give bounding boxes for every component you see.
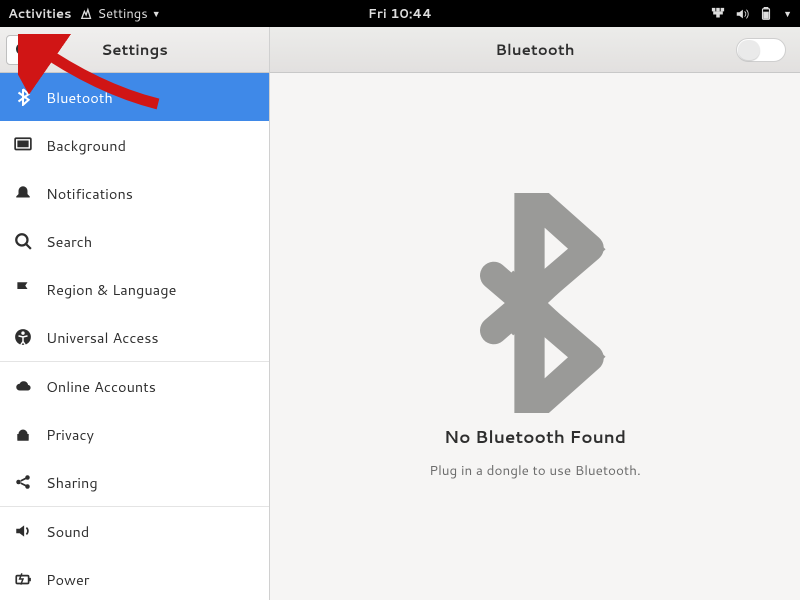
sidebar-item-sharing[interactable]: Sharing — [0, 458, 269, 506]
content-title: Bluetooth — [495, 39, 574, 60]
sidebar-item-online-accounts[interactable]: Online Accounts — [0, 362, 269, 410]
content-pane: Bluetooth No Bluetooth Found Plug in a d… — [270, 27, 800, 600]
sidebar-item-sound[interactable]: Sound — [0, 507, 269, 555]
sidebar-item-label: Online Accounts — [46, 376, 156, 397]
sidebar-item-background[interactable]: Background — [0, 121, 269, 169]
sidebar-item-label: Region & Language — [46, 279, 176, 300]
sidebar-item-region-language[interactable]: Region & Language — [0, 265, 269, 313]
chevron-down-icon: ▼ — [152, 7, 161, 20]
sidebar-item-privacy[interactable]: Privacy — [0, 410, 269, 458]
share-icon — [14, 473, 32, 491]
app-menu[interactable]: Settings ▼ — [80, 5, 161, 23]
chevron-down-icon: ▼ — [783, 7, 792, 20]
sidebar-item-label: Power — [46, 569, 89, 590]
network-icon — [711, 7, 725, 21]
sidebar-item-label: Notifications — [46, 183, 133, 204]
sidebar-item-label: Bluetooth — [46, 87, 113, 108]
power-icon — [14, 570, 32, 588]
sidebar-item-search[interactable]: Search — [0, 217, 269, 265]
battery-icon — [759, 7, 773, 21]
volume-icon — [735, 7, 749, 21]
sidebar-item-label: Sharing — [46, 472, 98, 493]
sidebar-item-universal-access[interactable]: Universal Access — [0, 313, 269, 361]
sidebar-item-power[interactable]: Power — [0, 555, 269, 600]
search-button[interactable] — [6, 35, 40, 65]
settings-window: Settings Bluetooth Background Notification… — [0, 27, 800, 600]
display-icon — [14, 136, 32, 154]
sidebar-item-label: Sound — [46, 521, 89, 542]
bluetooth-toggle[interactable] — [736, 38, 786, 62]
empty-state-title: No Bluetooth Found — [444, 425, 626, 449]
sidebar-item-label: Privacy — [46, 424, 94, 445]
sidebar-header: Settings — [0, 27, 269, 73]
sidebar-item-notifications[interactable]: Notifications — [0, 169, 269, 217]
clock[interactable]: Fri 10:44 — [368, 5, 432, 23]
cloud-icon — [14, 377, 32, 395]
gnome-top-bar: Activities Settings ▼ Fri 10:44 ▼ — [0, 0, 800, 27]
content-body: No Bluetooth Found Plug in a dongle to u… — [270, 73, 800, 600]
sidebar-item-bluetooth[interactable]: Bluetooth — [0, 73, 269, 121]
sidebar-item-label: Universal Access — [46, 327, 159, 348]
category-list: Bluetooth Background Notifications Search Re… — [0, 73, 269, 600]
sound-icon — [14, 522, 32, 540]
privacy-icon — [14, 425, 32, 443]
empty-state-subtitle: Plug in a dongle to use Bluetooth. — [429, 461, 641, 480]
bluetooth-icon — [14, 88, 32, 106]
settings-sidebar: Settings Bluetooth Background Notification… — [0, 27, 270, 600]
search-icon — [14, 232, 32, 250]
system-status-area[interactable]: ▼ — [711, 7, 792, 21]
search-icon — [15, 42, 31, 58]
sidebar-item-label: Search — [46, 231, 92, 252]
sidebar-item-label: Background — [46, 135, 126, 156]
activities-button[interactable]: Activities — [8, 5, 72, 23]
bluetooth-icon — [460, 193, 610, 413]
accessibility-icon — [14, 328, 32, 346]
flag-icon — [14, 280, 32, 298]
bell-icon — [14, 184, 32, 202]
sidebar-title: Settings — [101, 39, 168, 60]
app-menu-label: Settings — [98, 5, 148, 23]
content-header: Bluetooth — [270, 27, 800, 73]
settings-icon — [80, 7, 94, 21]
